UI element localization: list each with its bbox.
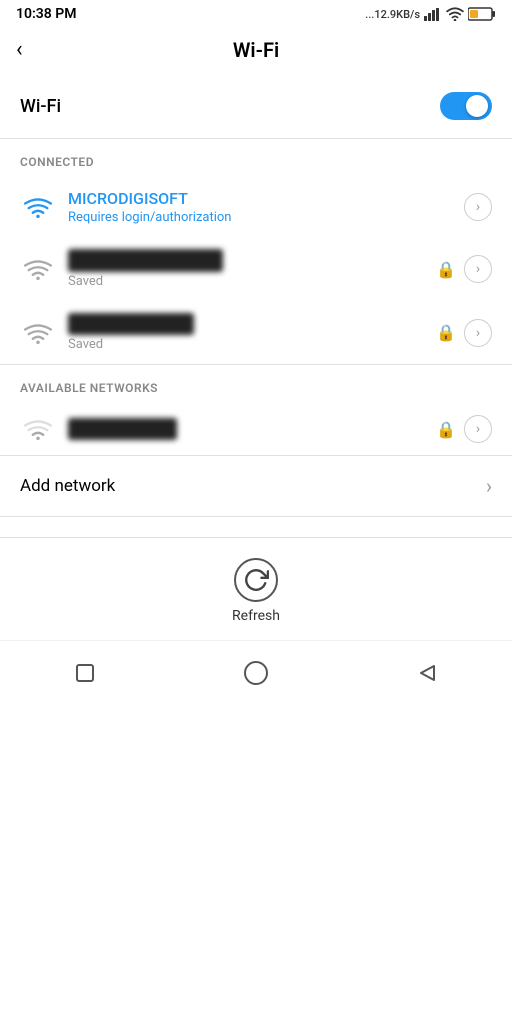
saved2-right: 🔒 ›	[436, 319, 492, 347]
saved2-name: dloribantiome36c	[68, 313, 436, 335]
back-button[interactable]: ‹	[16, 39, 23, 61]
network-item-saved-1[interactable]: ██████████████ Saved 🔒 ›	[0, 237, 512, 301]
saved2-chevron[interactable]: ›	[464, 319, 492, 347]
wifi-toggle-switch[interactable]	[440, 92, 492, 120]
nav-home-button[interactable]	[238, 655, 274, 691]
connected-section-label: CONNECTED	[0, 139, 512, 177]
microdigisoft-right: ›	[464, 193, 492, 221]
wifi-connected-icon	[20, 196, 56, 218]
add-network-label: Add network	[20, 476, 115, 496]
network-item-available-1[interactable]: Samifire-WWifi 🔒 ›	[0, 403, 512, 455]
available1-name: Samifire-WWifi	[68, 418, 436, 440]
saved1-chevron[interactable]: ›	[464, 255, 492, 283]
available1-right: 🔒 ›	[436, 415, 492, 443]
microdigisoft-info: MICRODIGISOFT Requires login/authorizati…	[68, 189, 464, 225]
wifi-toggle-label: Wi-Fi	[20, 96, 61, 117]
available1-info: Samifire-WWifi	[68, 418, 436, 440]
wifi-available1-icon	[20, 418, 56, 440]
saved2-info: dloribantiome36c Saved	[68, 313, 436, 352]
saved1-name: ██████████████	[68, 249, 436, 272]
nav-bar	[0, 640, 512, 709]
wifi-saved1-icon	[20, 258, 56, 280]
available1-chevron[interactable]: ›	[464, 415, 492, 443]
add-network-button[interactable]: Add network ›	[0, 456, 512, 516]
header: ‹ Wi-Fi	[0, 26, 512, 74]
refresh-button[interactable]: Refresh	[0, 537, 512, 640]
nav-square-button[interactable]	[67, 655, 103, 691]
status-icons: ...12.9KB/s	[365, 7, 496, 21]
saved2-status: Saved	[68, 337, 436, 352]
signal-icon	[424, 7, 442, 21]
available-section-label: AVAILABLE NETWORKS	[0, 365, 512, 403]
wifi-toggle-row: Wi-Fi	[0, 74, 512, 138]
refresh-icon	[234, 558, 278, 602]
wifi-status-icon	[446, 7, 464, 21]
network-item-saved-2[interactable]: dloribantiome36c Saved 🔒 ›	[0, 301, 512, 364]
battery-icon	[468, 7, 496, 21]
refresh-label: Refresh	[232, 608, 280, 624]
add-network-chevron: ›	[486, 474, 492, 498]
microdigisoft-sub: Requires login/authorization	[68, 210, 464, 225]
wifi-saved2-icon	[20, 322, 56, 344]
page-title: Wi-Fi	[233, 38, 279, 62]
saved1-lock-icon: 🔒	[436, 260, 456, 279]
saved1-info: ██████████████ Saved	[68, 249, 436, 289]
network-item-microdigisoft[interactable]: MICRODIGISOFT Requires login/authorizati…	[0, 177, 512, 237]
microdigisoft-name: MICRODIGISOFT	[68, 189, 464, 208]
microdigisoft-chevron[interactable]: ›	[464, 193, 492, 221]
status-bar: 10:38 PM ...12.9KB/s	[0, 0, 512, 26]
available1-lock-icon: 🔒	[436, 420, 456, 439]
nav-back-button[interactable]	[409, 655, 445, 691]
status-time: 10:38 PM	[16, 6, 77, 22]
saved1-right: 🔒 ›	[436, 255, 492, 283]
network-speed: ...12.9KB/s	[365, 8, 420, 21]
divider-4	[0, 516, 512, 517]
saved1-status: Saved	[68, 274, 436, 289]
saved2-lock-icon: 🔒	[436, 323, 456, 342]
